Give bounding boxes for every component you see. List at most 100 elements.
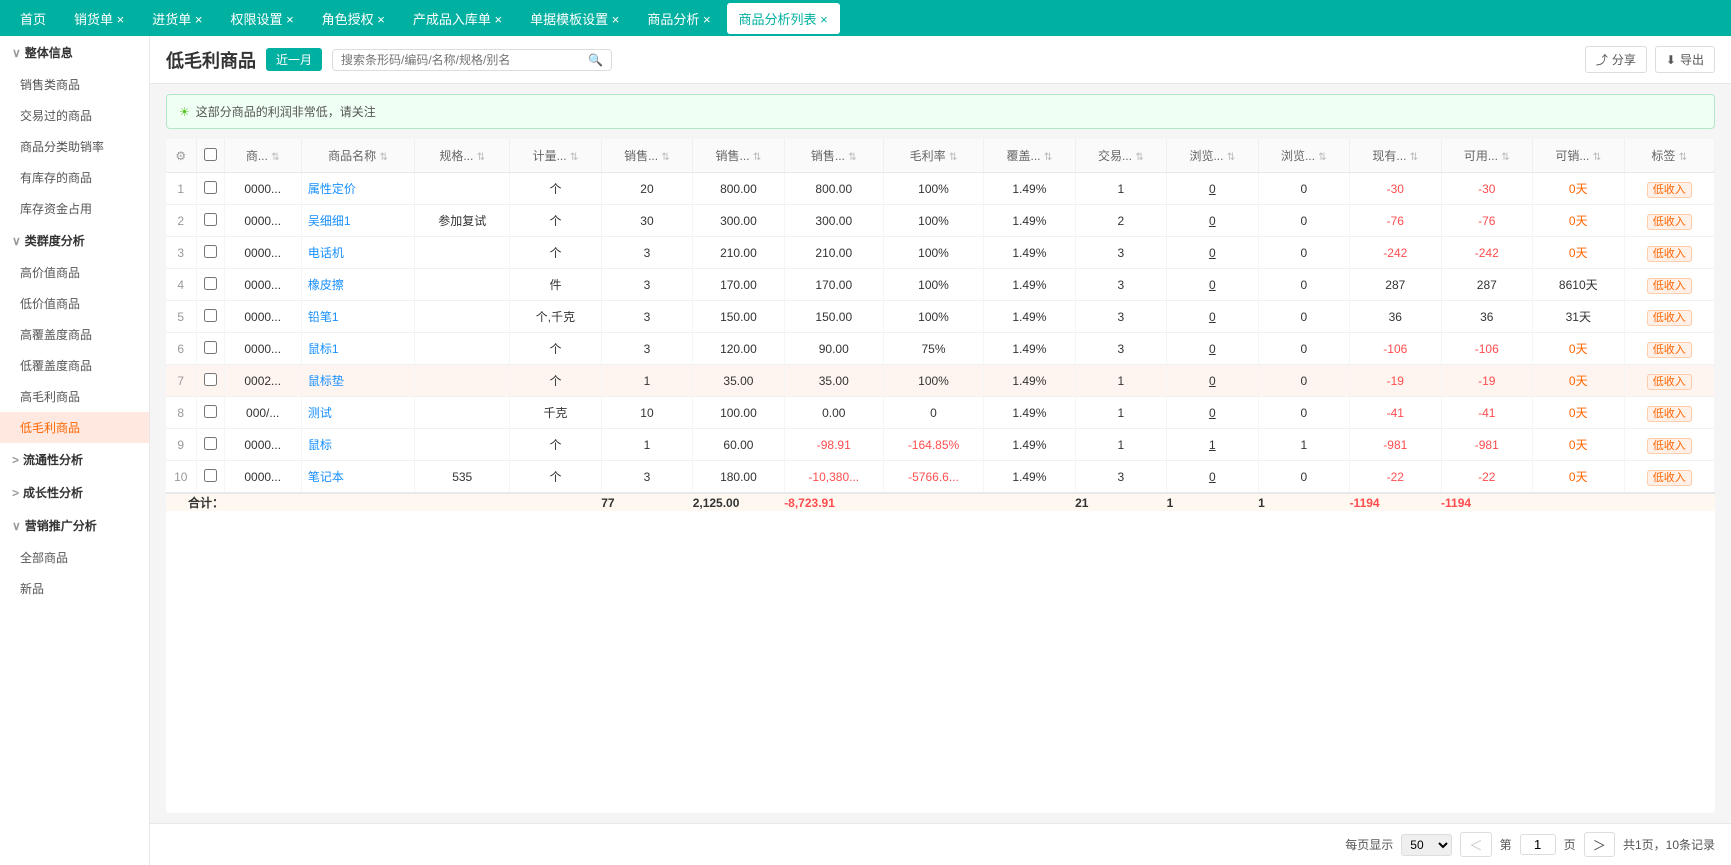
search-input[interactable] [341,53,588,67]
product-name[interactable]: 鼠标 [301,429,414,461]
sort-icon[interactable]: ⇅ [570,152,578,163]
row-checkbox-cell[interactable] [196,397,224,429]
sidebar-item[interactable]: 库存资金占用 [0,193,149,224]
sidebar-item[interactable]: 有库存的商品 [0,162,149,193]
product-name[interactable]: 吴细细1 [301,205,414,237]
nav-item[interactable]: 角色授权 × [310,3,397,34]
sidebar-item[interactable]: 商品分类助销率 [0,131,149,162]
column-header-sales_profit[interactable]: 销售... ⇅ [784,139,883,173]
browse-count-1[interactable]: 0 [1167,173,1258,205]
browse-count-1[interactable]: 0 [1167,269,1258,301]
time-filter-button[interactable]: 近一月 [266,48,322,71]
row-checkbox-cell[interactable] [196,365,224,397]
select-all-checkbox[interactable] [204,148,217,161]
column-header-settings[interactable]: ⚙ [166,139,196,173]
column-header-sales_amount[interactable]: 销售... ⇅ [693,139,784,173]
sidebar-item[interactable]: 低价值商品 [0,288,149,319]
product-name[interactable]: 电话机 [301,237,414,269]
nav-item[interactable]: 销货单 × [62,3,136,34]
row-checkbox-cell[interactable] [196,237,224,269]
sidebar-item[interactable]: 高毛利商品 [0,381,149,412]
row-checkbox[interactable] [204,213,217,226]
column-header-tag[interactable]: 标签 ⇅ [1624,139,1714,173]
browse-count-1[interactable]: 0 [1167,301,1258,333]
sidebar-group-title[interactable]: ∨ 营销推广分析 [0,509,149,542]
prev-page-button[interactable]: ＜ [1460,832,1491,857]
sort-icon[interactable]: ⇅ [380,152,388,163]
row-checkbox[interactable] [204,405,217,418]
sidebar-item[interactable]: 高覆盖度商品 [0,319,149,350]
page-input[interactable] [1520,834,1556,855]
row-checkbox[interactable] [204,437,217,450]
row-checkbox[interactable] [204,469,217,482]
product-name[interactable]: 测试 [301,397,414,429]
row-checkbox-cell[interactable] [196,333,224,365]
row-checkbox-cell[interactable] [196,461,224,494]
column-header-browse2[interactable]: 浏览... ⇅ [1258,139,1349,173]
row-checkbox-cell[interactable] [196,269,224,301]
row-checkbox-cell[interactable] [196,301,224,333]
product-name[interactable]: 属性定价 [301,173,414,205]
row-checkbox[interactable] [204,245,217,258]
nav-item[interactable]: 商品分析列表 × [727,3,840,34]
browse-count-1[interactable]: 0 [1167,461,1258,494]
sidebar-item[interactable]: 低覆盖度商品 [0,350,149,381]
sort-icon[interactable]: ⇅ [1593,152,1601,163]
sort-icon[interactable]: ⇅ [1318,152,1326,163]
sort-icon[interactable]: ⇅ [1135,152,1143,163]
browse-count-1[interactable]: 0 [1167,397,1258,429]
sort-icon[interactable]: ⇅ [949,152,957,163]
nav-item[interactable]: 产成品入库单 × [401,3,514,34]
sort-icon[interactable]: ⇅ [1501,152,1509,163]
product-name[interactable]: 铅笔1 [301,301,414,333]
sort-icon[interactable]: ⇅ [1679,152,1687,163]
sort-icon[interactable]: ⇅ [1227,152,1235,163]
row-checkbox-cell[interactable] [196,429,224,461]
sidebar-item[interactable]: 全部商品 [0,542,149,573]
sort-icon[interactable]: ⇅ [1410,152,1418,163]
sidebar-group-title[interactable]: > 成长性分析 [0,476,149,509]
browse-count-1[interactable]: 0 [1167,365,1258,397]
column-header-sales_qty[interactable]: 销售... ⇅ [601,139,692,173]
row-checkbox-cell[interactable] [196,173,224,205]
row-checkbox[interactable] [204,181,217,194]
column-header-unit[interactable]: 计量... ⇅ [510,139,601,173]
next-page-button[interactable]: ＞ [1584,832,1615,857]
column-header-current_stock[interactable]: 现有... ⇅ [1350,139,1441,173]
share-button[interactable]: ⤴ 分享 [1585,46,1647,73]
export-button[interactable]: ⬇ 导出 [1655,46,1715,73]
nav-item[interactable]: 进货单 × [140,3,214,34]
column-header-coverage[interactable]: 覆盖... ⇅ [984,139,1075,173]
row-checkbox[interactable] [204,277,217,290]
column-header-trade_count[interactable]: 交易... ⇅ [1075,139,1166,173]
column-header-code[interactable]: 商... ⇅ [224,139,301,173]
browse-count-1[interactable]: 1 [1167,429,1258,461]
sort-icon[interactable]: ⇅ [271,152,279,163]
browse-count-1[interactable]: 0 [1167,237,1258,269]
sidebar-item[interactable]: 高价值商品 [0,257,149,288]
sidebar-group-title[interactable]: ∨ 整体信息 [0,36,149,69]
sort-icon[interactable]: ⇅ [1044,152,1052,163]
product-name[interactable]: 橡皮擦 [301,269,414,301]
row-checkbox[interactable] [204,341,217,354]
sidebar-item[interactable]: 低毛利商品 [0,412,149,443]
column-header-available[interactable]: 可用... ⇅ [1441,139,1532,173]
sort-icon[interactable]: ⇅ [661,152,669,163]
product-name[interactable]: 笔记本 [301,461,414,494]
nav-item[interactable]: 首页 [8,3,58,34]
column-header-name[interactable]: 商品名称 ⇅ [301,139,414,173]
column-header-gross_margin[interactable]: 毛利率 ⇅ [883,139,983,173]
nav-item[interactable]: 单据模板设置 × [518,3,631,34]
column-header-spec[interactable]: 规格... ⇅ [415,139,510,173]
sidebar-group-title[interactable]: ∨ 类群度分析 [0,224,149,257]
sort-icon[interactable]: ⇅ [753,152,761,163]
column-header-browse1[interactable]: 浏览... ⇅ [1167,139,1258,173]
browse-count-1[interactable]: 0 [1167,333,1258,365]
sidebar-item[interactable]: 交易过的商品 [0,100,149,131]
column-header-checkbox[interactable] [196,139,224,173]
product-name[interactable]: 鼠标垫 [301,365,414,397]
per-page-select[interactable]: 50 100 200 [1401,834,1452,856]
row-checkbox[interactable] [204,373,217,386]
search-icon[interactable]: 🔍 [588,53,603,67]
product-name[interactable]: 鼠标1 [301,333,414,365]
